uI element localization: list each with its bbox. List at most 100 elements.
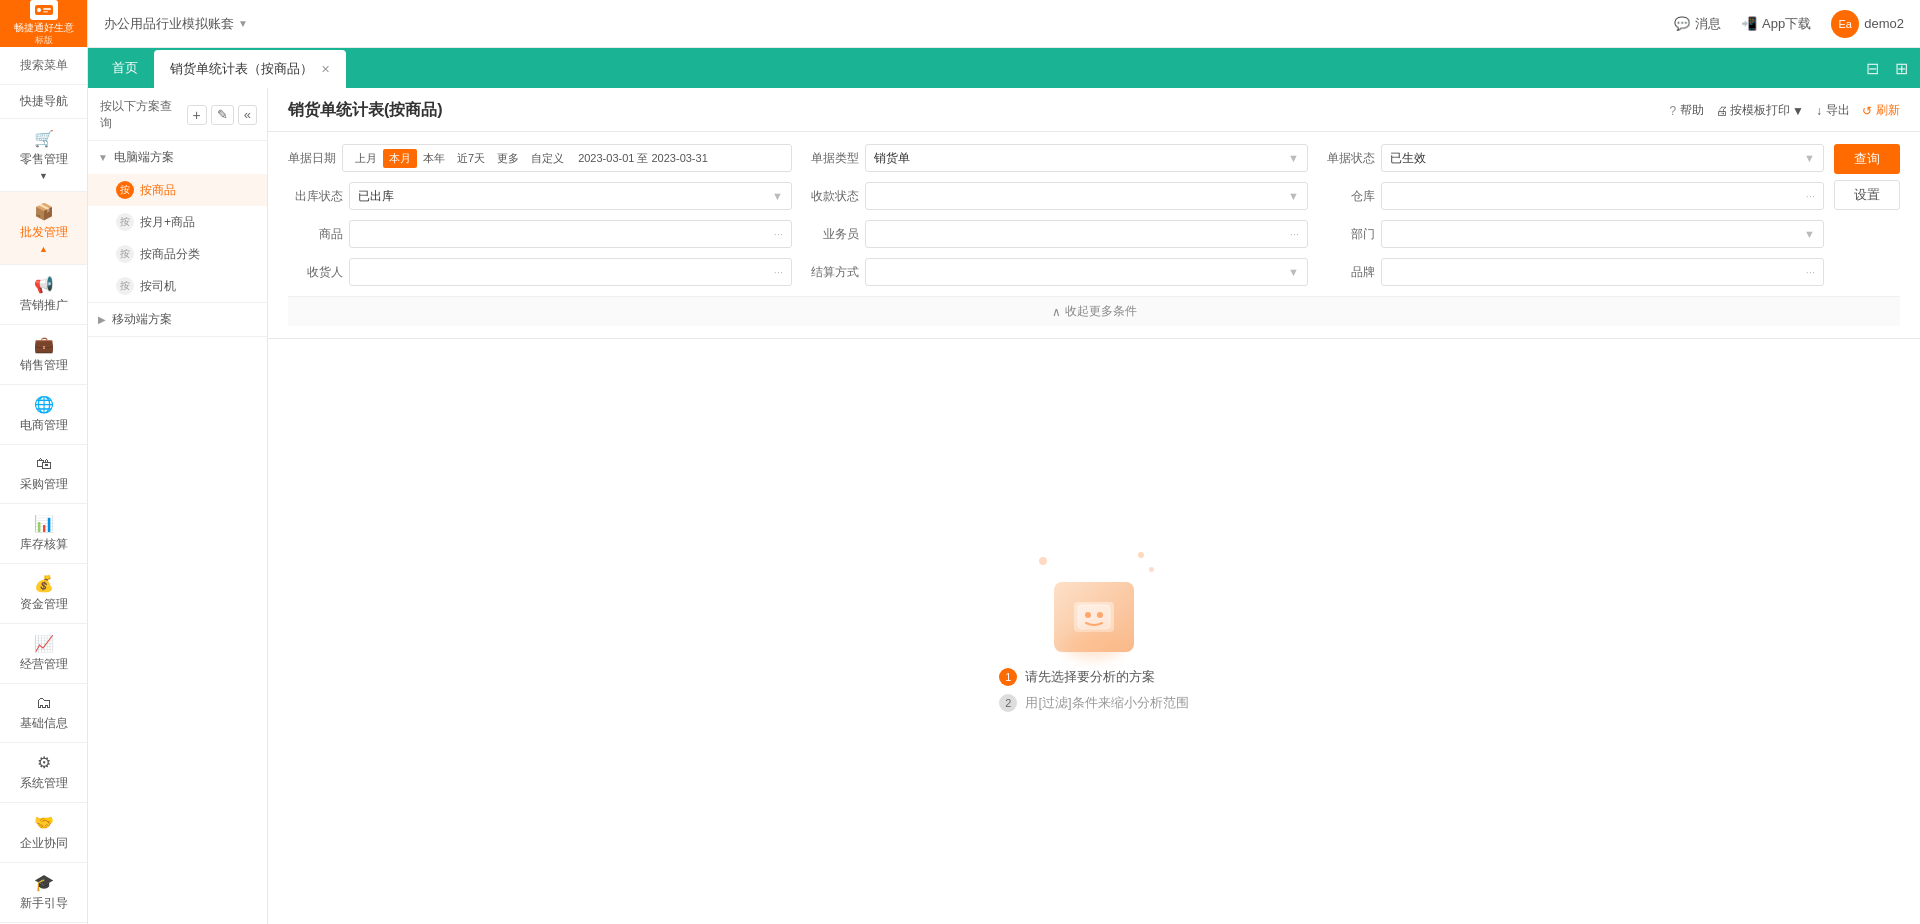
date-tab-this-month[interactable]: 本月 <box>383 149 417 168</box>
sidebar-item-marketing[interactable]: 📢 营销推广 <box>0 265 87 325</box>
warehouse-input[interactable]: ··· <box>1381 182 1824 210</box>
date-tab-more[interactable]: 更多 <box>491 149 525 168</box>
scheme-item-by-printer[interactable]: 按 按司机 <box>88 270 267 302</box>
help-button[interactable]: ? 帮助 <box>1669 102 1704 119</box>
help-label: 帮助 <box>1680 102 1704 119</box>
sidebar-item-system[interactable]: ⚙ 系统管理 <box>0 743 87 803</box>
doc-type-input[interactable]: 销货单 ▼ <box>865 144 1308 172</box>
scheme-item-by-product[interactable]: 按 按商品 <box>88 174 267 206</box>
particle-3 <box>1149 567 1154 572</box>
receiver-field-group: 收货人 ··· <box>288 258 792 286</box>
workspace-selector[interactable]: 办公用品行业模拟账套 ▼ <box>104 15 248 33</box>
tab-bar: 首页 销货单统计表（按商品） ✕ ⊟ ⊞ <box>88 48 1920 88</box>
operations-label: 经营管理 <box>20 656 68 673</box>
receipt-status-label: 收款状态 <box>804 188 859 205</box>
query-button[interactable]: 查询 <box>1834 144 1900 174</box>
scheme-group-desktop: ▼ 电脑端方案 按 按商品 按 按月+商品 按 按商品分类 按 <box>88 141 267 303</box>
sidebar-item-newbie[interactable]: 🎓 新手引导 <box>0 863 87 923</box>
sidebar-item-enterprise[interactable]: 🤝 企业协同 <box>0 803 87 863</box>
date-tabs: 上月 本月 本年 近7天 更多 自定义 <box>349 149 570 168</box>
doc-status-input[interactable]: 已生效 ▼ <box>1381 144 1824 172</box>
salesperson-label: 业务员 <box>804 226 859 243</box>
sidebar-item-wholesale[interactable]: 📦 批发管理 ▲ <box>0 192 87 265</box>
export-icon: ↓ <box>1816 104 1822 118</box>
enterprise-icon: 🤝 <box>34 813 54 832</box>
step-2-badge: 2 <box>999 694 1017 712</box>
date-tab-custom[interactable]: 自定义 <box>525 149 570 168</box>
filter-main: 单据日期 上月 本月 本年 近7天 更多 自定义 <box>288 144 1900 296</box>
date-tab-last-month[interactable]: 上月 <box>349 149 383 168</box>
by-month-product-icon: 按 <box>116 213 134 231</box>
out-status-value: 已出库 <box>358 188 394 205</box>
date-selector[interactable]: 上月 本月 本年 近7天 更多 自定义 2023-03-01 至 2023-03… <box>342 144 792 172</box>
collapse-up-icon: ∧ <box>1052 305 1061 319</box>
out-status-input[interactable]: 已出库 ▼ <box>349 182 792 210</box>
tab-maximize-button[interactable]: ⊞ <box>1891 55 1912 82</box>
brand-field-group: 品牌 ··· <box>1320 258 1824 286</box>
receiver-input[interactable]: ··· <box>349 258 792 286</box>
sidebar-item-sales[interactable]: 💼 销售管理 <box>0 325 87 385</box>
payment-field-group: 结算方式 ▼ <box>804 258 1308 286</box>
product-dots-icon: ··· <box>774 228 783 240</box>
scheme-edit-button[interactable]: ✎ <box>211 105 234 125</box>
receipt-status-field-group: 收款状态 ▼ <box>804 182 1308 210</box>
by-category-label: 按商品分类 <box>140 246 200 263</box>
sidebar-item-retail[interactable]: 🛒 零售管理 ▼ <box>0 119 87 192</box>
salesperson-input[interactable]: ··· <box>865 220 1308 248</box>
refresh-button[interactable]: ↺ 刷新 <box>1862 102 1900 119</box>
search-menu[interactable]: 搜索菜单 <box>0 47 87 85</box>
tab-home[interactable]: 首页 <box>96 48 154 88</box>
tab-bar-actions: ⊟ ⊞ <box>1862 55 1920 82</box>
svg-rect-2 <box>43 8 51 10</box>
step-1-badge: 1 <box>999 668 1017 686</box>
step-1-label: 请先选择要分析的方案 <box>1025 668 1155 686</box>
filter-row-2: 出库状态 已出库 ▼ 收款状态 <box>288 182 1824 210</box>
empty-state: 1 请先选择要分析的方案 2 用[过滤]条件来缩小分析范围 <box>999 552 1188 712</box>
date-tab-7days[interactable]: 近7天 <box>451 149 491 168</box>
empty-step-1: 1 请先选择要分析的方案 <box>999 668 1188 686</box>
scheme-item-by-category[interactable]: 按 按商品分类 <box>88 238 267 270</box>
scheme-group-desktop-header[interactable]: ▼ 电脑端方案 <box>88 141 267 174</box>
department-chevron-icon: ▼ <box>1804 228 1815 240</box>
warehouse-label: 仓库 <box>1320 188 1375 205</box>
by-month-product-label: 按月+商品 <box>140 214 195 231</box>
scheme-collapse-button[interactable]: « <box>238 105 257 125</box>
warehouse-field-group: 仓库 ··· <box>1320 182 1824 210</box>
workspace-label: 办公用品行业模拟账套 <box>104 15 234 33</box>
message-action[interactable]: 💬 消息 <box>1674 15 1721 33</box>
logo[interactable]: 畅捷通好生意 标版 <box>0 0 87 47</box>
brand-input[interactable]: ··· <box>1381 258 1824 286</box>
user-action[interactable]: Ea demo2 <box>1831 10 1904 38</box>
print-button[interactable]: 🖨 按模板打印 ▼ <box>1716 102 1804 119</box>
filter-row-1: 单据日期 上月 本月 本年 近7天 更多 自定义 <box>288 144 1824 172</box>
right-area: 销货单统计表(按商品) ? 帮助 🖨 按模板打印 ▼ ↓ 导出 <box>268 88 1920 924</box>
scheme-group-mobile-header[interactable]: ▶ 移动端方案 <box>88 303 267 336</box>
export-button[interactable]: ↓ 导出 <box>1816 102 1850 119</box>
scheme-item-by-month-product[interactable]: 按 按月+商品 <box>88 206 267 238</box>
retail-label: 零售管理 <box>20 151 68 168</box>
app-download-action[interactable]: 📲 App下载 <box>1741 15 1811 33</box>
system-label: 系统管理 <box>20 775 68 792</box>
sidebar-item-purchase[interactable]: 🛍 采购管理 <box>0 445 87 504</box>
scheme-add-button[interactable]: + <box>187 105 207 125</box>
collapse-row[interactable]: ∧ 收起更多条件 <box>288 296 1900 326</box>
sidebar-item-basic[interactable]: 🗂 基础信息 <box>0 684 87 743</box>
scheme-group-mobile: ▶ 移动端方案 <box>88 303 267 337</box>
payment-chevron-icon: ▼ <box>1288 266 1299 278</box>
product-input[interactable]: ··· <box>349 220 792 248</box>
svg-point-5 <box>1085 612 1091 618</box>
date-tab-this-year[interactable]: 本年 <box>417 149 451 168</box>
quick-nav[interactable]: 快捷导航 <box>0 85 87 119</box>
sidebar-item-inventory[interactable]: 📊 库存核算 <box>0 504 87 564</box>
sidebar-item-finance[interactable]: 💰 资金管理 <box>0 564 87 624</box>
sidebar-item-operations[interactable]: 📈 经营管理 <box>0 624 87 684</box>
payment-input[interactable]: ▼ <box>865 258 1308 286</box>
sidebar-item-ecommerce[interactable]: 🌐 电商管理 <box>0 385 87 445</box>
enterprise-label: 企业协同 <box>20 835 68 852</box>
department-input[interactable]: ▼ <box>1381 220 1824 248</box>
tab-close-icon[interactable]: ✕ <box>321 63 330 76</box>
receipt-status-input[interactable]: ▼ <box>865 182 1308 210</box>
settings-button[interactable]: 设置 <box>1834 180 1900 210</box>
tab-minimize-button[interactable]: ⊟ <box>1862 55 1883 82</box>
tab-sales-stats[interactable]: 销货单统计表（按商品） ✕ <box>154 50 346 88</box>
